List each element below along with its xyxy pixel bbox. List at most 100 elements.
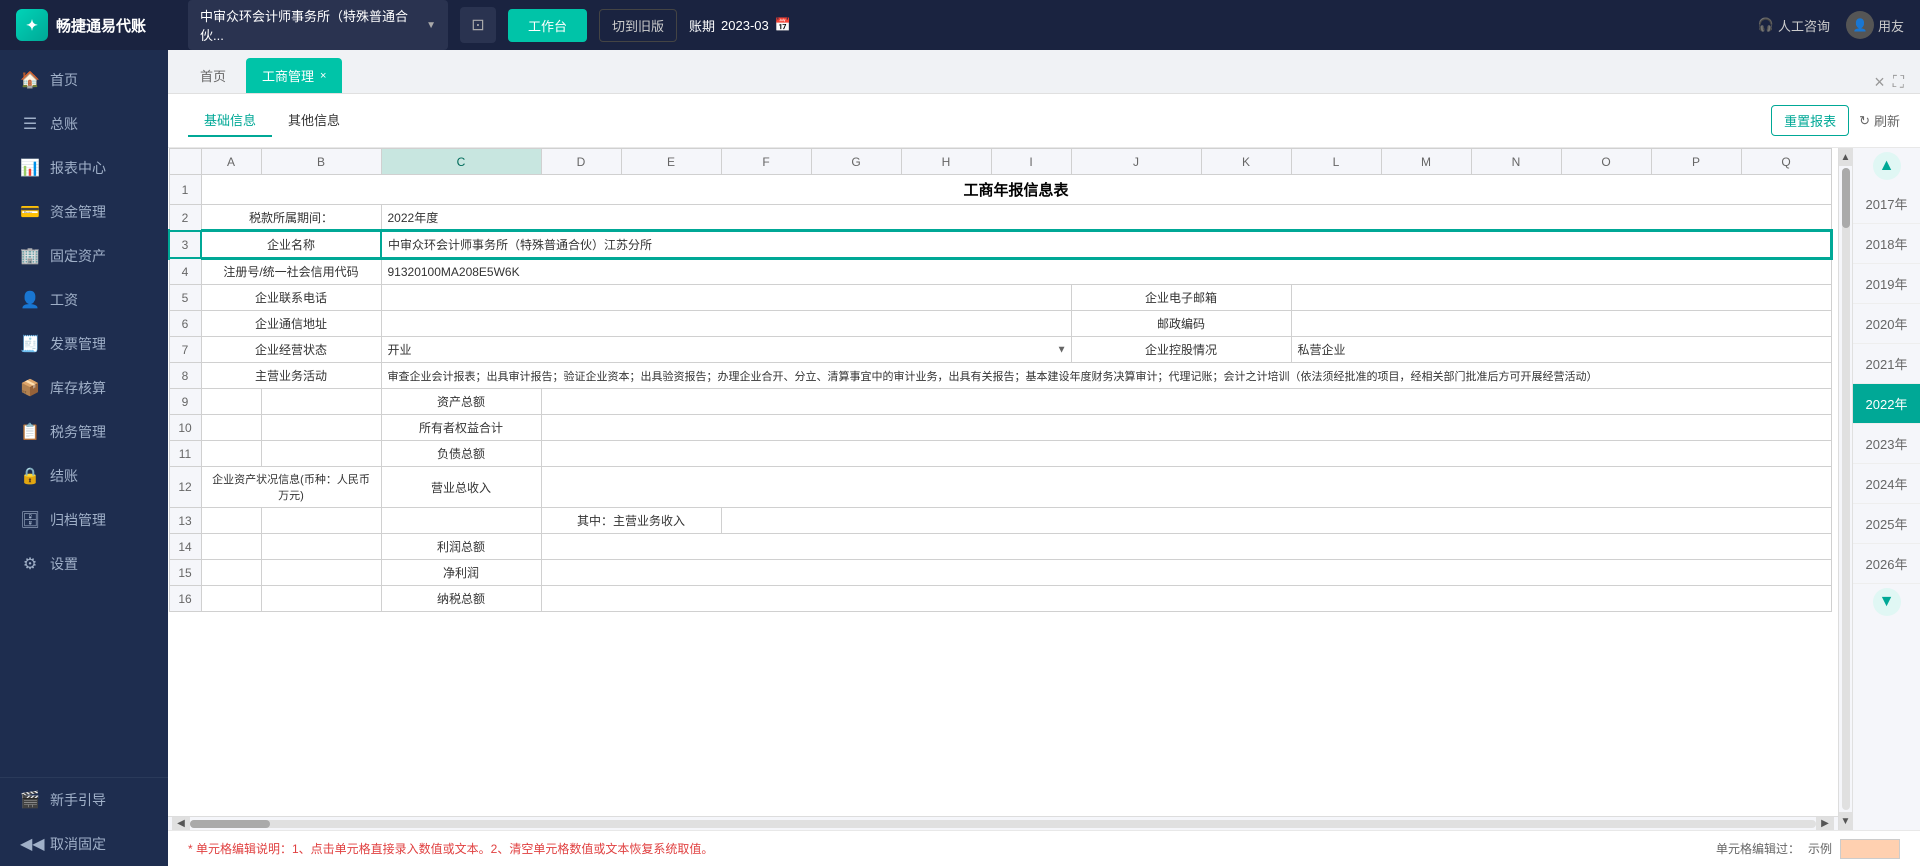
col-header-d[interactable]: D [541, 149, 621, 175]
refresh-button[interactable]: ↻ 刷新 [1859, 111, 1900, 130]
sidebar-item-archive[interactable]: 🗄 归档管理 [0, 498, 168, 542]
refresh-icon: ↻ [1859, 113, 1870, 129]
net-profit-value[interactable] [541, 560, 1831, 586]
col-header-n[interactable]: N [1471, 149, 1561, 175]
total-tax-value[interactable] [541, 586, 1831, 612]
company-name-value[interactable]: 中审众环会计师事务所（特殊普通合伙）江苏分所 [381, 231, 1831, 258]
tab-business-mgmt[interactable]: 工商管理 × [246, 58, 342, 93]
company-name-label: 企业名称 [201, 231, 381, 258]
col-header-g[interactable]: G [811, 149, 901, 175]
workbench-button[interactable]: 工作台 [508, 9, 587, 42]
col-header-m[interactable]: M [1381, 149, 1471, 175]
year-item-2017[interactable]: 2017年 [1853, 184, 1920, 224]
year-item-2018[interactable]: 2018年 [1853, 224, 1920, 264]
col-header-i[interactable]: I [991, 149, 1071, 175]
row-num: 16 [169, 586, 201, 612]
scroll-left-button[interactable]: ◀ [172, 817, 190, 831]
window-expand-button[interactable]: ⛶ [1893, 74, 1904, 92]
period-value-cell[interactable]: 2022年度 [381, 205, 1831, 232]
year-item-2019[interactable]: 2019年 [1853, 264, 1920, 304]
total-revenue-value[interactable] [541, 467, 1831, 508]
col-header-b[interactable]: B [261, 149, 381, 175]
service-button[interactable]: 🎧 人工咨询 [1758, 16, 1830, 35]
reset-report-button[interactable]: 重置报表 [1771, 105, 1849, 136]
total-tax-label: 纳税总额 [381, 586, 541, 612]
main-revenue-value[interactable] [721, 508, 1831, 534]
col-header-p[interactable]: P [1651, 149, 1741, 175]
v-scroll-track[interactable] [1842, 168, 1850, 810]
year-item-2026[interactable]: 2026年 [1853, 544, 1920, 584]
control-value[interactable]: 私营企业 [1291, 337, 1831, 363]
col-header-h[interactable]: H [901, 149, 991, 175]
zipcode-value[interactable] [1291, 311, 1831, 337]
h-scroll-thumb[interactable] [190, 820, 270, 828]
scroll-right-button[interactable]: ▶ [1816, 817, 1834, 831]
tab-home[interactable]: 首页 [184, 58, 242, 93]
col-header-l[interactable]: L [1291, 149, 1381, 175]
sidebar-item-guide[interactable]: 🎬 新手引导 [0, 778, 168, 822]
year-item-2021[interactable]: 2021年 [1853, 344, 1920, 384]
tax-icon: 📋 [20, 422, 40, 442]
year-item-2022[interactable]: 2022年 [1853, 384, 1920, 424]
total-assets-value[interactable] [541, 389, 1831, 415]
year-scroll-down-button[interactable]: ▼ [1873, 588, 1901, 616]
sub-tabs: 基础信息 其他信息 [188, 104, 356, 137]
col-header-o[interactable]: O [1561, 149, 1651, 175]
col-header-e[interactable]: E [621, 149, 721, 175]
col-header-a[interactable]: A [201, 149, 261, 175]
year-scroll-up-button[interactable]: ▲ [1873, 152, 1901, 180]
v-scroll-thumb[interactable] [1842, 168, 1850, 228]
sidebar-label-report: 报表中心 [50, 158, 106, 178]
sidebar-item-inventory[interactable]: 📦 库存核算 [0, 366, 168, 410]
sidebar-item-ledger[interactable]: ☰ 总账 [0, 102, 168, 146]
col-header-j[interactable]: J [1071, 149, 1201, 175]
sidebar-item-close[interactable]: 🔒 结账 [0, 454, 168, 498]
sidebar-item-unpin[interactable]: ◀◀ 取消固定 [0, 822, 168, 866]
close-period-icon: 🔒 [20, 466, 40, 486]
year-item-2023[interactable]: 2023年 [1853, 424, 1920, 464]
vertical-scrollbar[interactable]: ▲ ▼ [1838, 148, 1852, 830]
address-value[interactable] [381, 311, 1071, 337]
scroll-up-button[interactable]: ▲ [1839, 148, 1853, 166]
company-name: 中审众环会计师事务所（特殊普通合伙... [200, 6, 420, 44]
user-area[interactable]: 👤 用友 [1846, 11, 1904, 39]
spreadsheet-inner[interactable]: A B C D E F G H I J [168, 148, 1838, 816]
col-header-f[interactable]: F [721, 149, 811, 175]
scroll-down-button[interactable]: ▼ [1839, 812, 1853, 830]
email-value[interactable] [1291, 285, 1831, 311]
sidebar-item-invoice[interactable]: 🧾 发票管理 [0, 322, 168, 366]
h-scroll-track[interactable] [190, 820, 1816, 828]
equity-value[interactable] [541, 415, 1831, 441]
sub-tab-other[interactable]: 其他信息 [272, 104, 356, 137]
company-selector[interactable]: 中审众环会计师事务所（特殊普通合伙... ▼ [188, 0, 448, 50]
sidebar-item-tax[interactable]: 📋 税务管理 [0, 410, 168, 454]
sidebar-item-home[interactable]: 🏠 首页 [0, 58, 168, 102]
sidebar-item-asset[interactable]: 🏢 固定资产 [0, 234, 168, 278]
biz-status-value[interactable]: 开业 ▼ [381, 337, 1071, 363]
company-copy-button[interactable]: ⊡ [460, 7, 496, 43]
col-header-k[interactable]: K [1201, 149, 1291, 175]
sub-tab-basic[interactable]: 基础信息 [188, 104, 272, 137]
year-item-2020[interactable]: 2020年 [1853, 304, 1920, 344]
sidebar-item-fund[interactable]: 💳 资金管理 [0, 190, 168, 234]
tab-close-button[interactable]: × [320, 70, 326, 82]
window-close-button[interactable]: × [1874, 72, 1885, 93]
liabilities-value[interactable] [541, 441, 1831, 467]
year-item-2024[interactable]: 2024年 [1853, 464, 1920, 504]
col-header-c[interactable]: C [381, 149, 541, 175]
calendar-icon[interactable]: 📅 [775, 17, 791, 33]
total-profit-value[interactable] [541, 534, 1831, 560]
switch-version-button[interactable]: 切到旧版 [599, 9, 677, 42]
sidebar-item-salary[interactable]: 👤 工资 [0, 278, 168, 322]
period-label: 账期 [689, 16, 715, 35]
col-header-q[interactable]: Q [1741, 149, 1831, 175]
table-row: 16 纳税总额 [169, 586, 1831, 612]
sidebar-item-settings[interactable]: ⚙ 设置 [0, 542, 168, 586]
year-item-2025[interactable]: 2025年 [1853, 504, 1920, 544]
sidebar-bottom: 🎬 新手引导 ◀◀ 取消固定 [0, 777, 168, 866]
phone-value[interactable] [381, 285, 1071, 311]
horizontal-scrollbar[interactable]: ◀ ▶ [168, 816, 1838, 830]
sidebar-item-report[interactable]: 📊 报表中心 [0, 146, 168, 190]
reg-code-value[interactable]: 91320100MA208E5W6K [381, 258, 1831, 285]
main-biz-value[interactable]: 审查企业会计报表；出具审计报告；验证企业资本；出具验资报告；办理企业合开、分立、… [381, 363, 1831, 389]
